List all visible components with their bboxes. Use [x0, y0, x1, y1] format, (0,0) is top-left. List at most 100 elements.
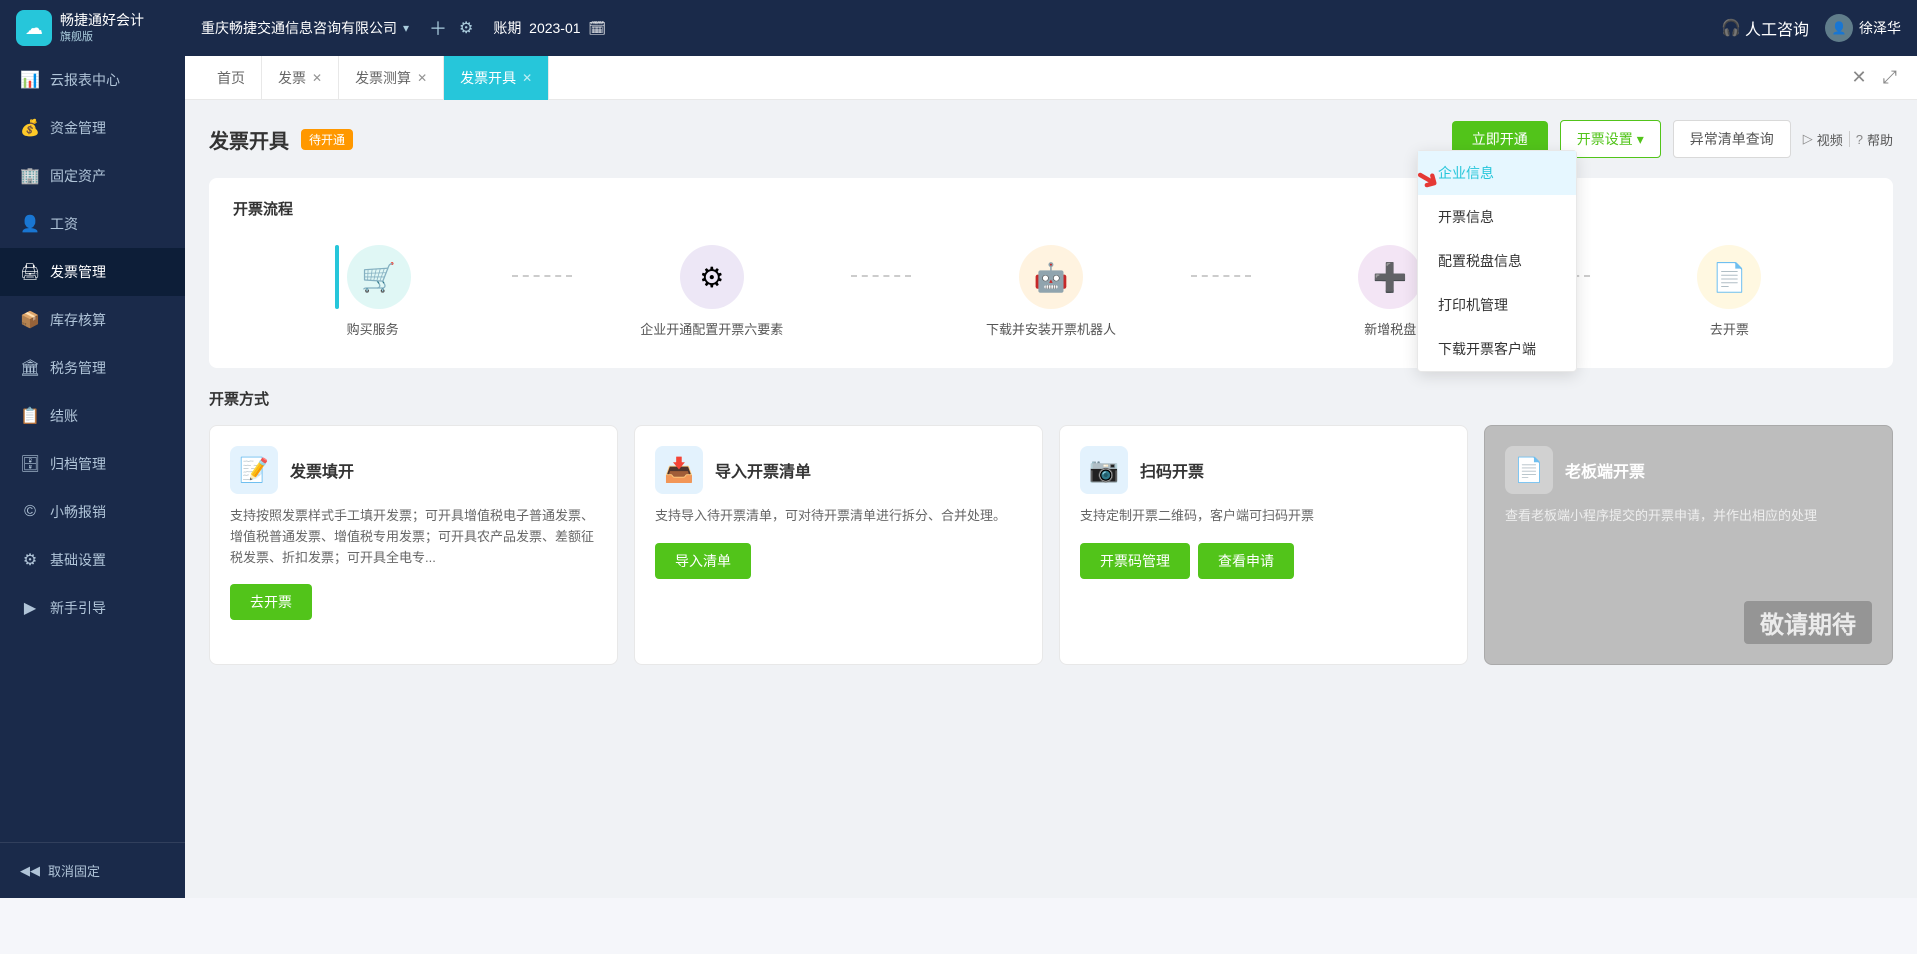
sidebar-item-inventory[interactable]: 📦 库存核算 [0, 296, 185, 344]
sidebar-item-checkout[interactable]: 📋结账 [0, 392, 185, 440]
billing-section: 开票方式 📝 发票填开 支持按照发票样式手工填开发票；可开具增值税电子普通发票、… [209, 388, 1893, 665]
settings-label: 开票设置 [1577, 129, 1633, 149]
support-area[interactable]: 🎧 人工咨询 [1721, 16, 1809, 40]
billing-btn1-scan[interactable]: 开票码管理 [1080, 543, 1190, 579]
company-selector[interactable]: 重庆畅捷交通信息咨询有限公司 ▾ [201, 18, 409, 38]
billing-btns-scan: 开票码管理 查看申请 [1080, 543, 1447, 579]
chevron-down-icon: ▾ [403, 21, 409, 35]
billing-btn2-scan[interactable]: 查看申请 [1198, 543, 1294, 579]
billing-card-boss: 📄 老板端开票 查看老板端小程序提交的开票申请，并作出相应的处理 敬请期待 [1484, 425, 1893, 665]
help-label[interactable]: 帮助 [1867, 130, 1893, 149]
tab-invoice-open[interactable]: 发票开具✕ [444, 56, 549, 100]
flow-step-step2: ⚙ 企业开通配置开票六要素 [572, 245, 851, 338]
status-badge: 待开通 [301, 129, 353, 150]
sidebar-item-fund-mgmt[interactable]: 💰资金管理 [0, 104, 185, 152]
headset-icon: 🎧 [1721, 18, 1741, 38]
sidebar-cancel-fixed[interactable]: ◀◀ 取消固定 [0, 851, 185, 890]
sidebar-item-salary[interactable]: 👤工资 [0, 200, 185, 248]
tab-close-invoice[interactable]: ✕ [312, 71, 322, 85]
sidebar-item-archive[interactable]: 🗄归档管理 [0, 440, 185, 488]
video-help-area: ▷ 视频 ? 帮助 [1803, 130, 1893, 149]
logo-sub: 旗舰版 [60, 28, 144, 44]
settings-icon[interactable]: ⚙ [459, 18, 473, 38]
flow-section: 开票流程 🛒 购买服务 ⚙ 企业开通配置开票六要素 🤖 下载并安装开票机器人 ➕… [209, 178, 1893, 368]
page-title-area: 发票开具 待开通 [209, 125, 353, 154]
logo-icon: ☁ [16, 10, 52, 46]
billing-card-header-scan: 📷 扫码开票 [1080, 446, 1447, 494]
tax-mgmt-icon: 🏛 [20, 358, 40, 378]
billing-card-title-scan: 扫码开票 [1140, 458, 1204, 482]
sidebar-label-cloud-report: 云报表中心 [50, 70, 120, 90]
billing-section-title: 开票方式 [209, 388, 1893, 409]
billing-card-icon-manual: 📝 [230, 446, 278, 494]
billing-card-scan: 📷 扫码开票 支持定制开票二维码，客户端可扫码开票 开票码管理 查看申请 [1059, 425, 1468, 665]
tab-invoice-calc[interactable]: 发票测算✕ [339, 56, 444, 100]
video-label[interactable]: 视频 [1817, 130, 1843, 149]
billing-card-icon-import: 📥 [655, 446, 703, 494]
flow-step-label-step1: 购买服务 [347, 319, 399, 338]
page-content: 发票开具 待开通 立即开通 开票设置 ▾ 异常清单查询 ▷ 视频 ? 帮助 [185, 100, 1917, 898]
dropdown-item-printer[interactable]: 打印机管理 [1418, 283, 1576, 327]
xiaochang-icon: © [20, 503, 40, 521]
billing-card-icon-scan: 📷 [1080, 446, 1128, 494]
billing-card-title-import: 导入开票清单 [715, 458, 811, 482]
sidebar-item-fixed-assets[interactable]: 🏢固定资产 [0, 152, 185, 200]
sidebar-label-basic-settings: 基础设置 [50, 550, 106, 570]
checkout-icon: 📋 [20, 406, 40, 426]
period-label: 账期 2023-01 🗓 [493, 18, 606, 38]
dropdown-menu: 企业信息开票信息配置税盘信息打印机管理下载开票客户端 [1417, 150, 1577, 372]
logo-name: 畅捷通好会计 [60, 12, 144, 29]
arrow-left-icon: ◀◀ [20, 863, 40, 879]
tab-close-invoice-calc[interactable]: ✕ [417, 71, 427, 85]
sidebar-item-cloud-report[interactable]: 📊云报表中心 [0, 56, 185, 104]
flow-step-icon-step4: ➕ [1358, 245, 1422, 309]
sidebar-label-tax-mgmt: 税务管理 [50, 358, 106, 378]
flow-step-line-indicator [335, 245, 339, 309]
play-icon: ▷ [1803, 131, 1813, 147]
add-icon[interactable]: ＋ [429, 15, 447, 41]
billing-btn-manual[interactable]: 去开票 [230, 584, 312, 620]
logo-area: ☁ 畅捷通好会计 旗舰版 [16, 10, 201, 46]
flow-step-label-step3: 下载并安装开票机器人 [986, 319, 1116, 338]
billing-card-title-boss: 老板端开票 [1565, 458, 1645, 482]
billing-card-manual: 📝 发票填开 支持按照发票样式手工填开发票；可开具增值税电子普通发票、增值税普通… [209, 425, 618, 665]
sidebar-label-inventory: 库存核算 [50, 310, 106, 330]
sidebar-item-invoice-mgmt[interactable]: 🖨发票管理 [0, 248, 185, 296]
billing-card-header-manual: 📝 发票填开 [230, 446, 597, 494]
flow-step-label-step5: 去开票 [1710, 319, 1749, 338]
billing-btn-import[interactable]: 导入清单 [655, 543, 751, 579]
tab-bar: 首页发票✕发票测算✕发票开具✕ ✕ ⤢ [185, 56, 1917, 100]
sidebar-item-xiaochang[interactable]: ©小畅报销 [0, 488, 185, 536]
dropdown-item-download-client[interactable]: 下载开票客户端 [1418, 327, 1576, 371]
question-icon: ? [1856, 132, 1863, 147]
dropdown-item-invoice-info[interactable]: 开票信息 [1418, 195, 1576, 239]
close-tab-button[interactable]: ✕ [1848, 63, 1871, 92]
sidebar-item-new-guide[interactable]: ▶ 新手引导 [0, 584, 185, 632]
user-area[interactable]: 👤 徐泽华 [1825, 14, 1901, 42]
sidebar-label-new-guide: 新手引导 [50, 598, 106, 618]
page-header: 发票开具 待开通 立即开通 开票设置 ▾ 异常清单查询 ▷ 视频 ? 帮助 [209, 120, 1893, 158]
tab-home[interactable]: 首页 [201, 56, 262, 100]
billing-card-icon-boss: 📄 [1505, 446, 1553, 494]
flow-step-icon-step1: 🛒 [347, 245, 411, 309]
avatar: 👤 [1825, 14, 1853, 42]
dropdown-item-tax-disk[interactable]: 配置税盘信息 [1418, 239, 1576, 283]
tab-close-invoice-open[interactable]: ✕ [522, 71, 532, 85]
new-guide-icon: ▶ [20, 598, 40, 618]
maximize-button[interactable]: ⤢ [1879, 63, 1901, 92]
invoice-mgmt-icon: 🖨 [20, 262, 40, 282]
sidebar-item-tax-mgmt[interactable]: 🏛 税务管理 [0, 344, 185, 392]
flow-step-step1: 🛒 购买服务 [233, 245, 512, 338]
sidebar-item-basic-settings[interactable]: ⚙基础设置 [0, 536, 185, 584]
exception-list-button[interactable]: 异常清单查询 [1673, 120, 1791, 158]
sidebar: 📊云报表中心💰资金管理🏢固定资产👤工资🖨发票管理 📦 库存核算 🏛 税务管理 📋结账🗄归档… [0, 56, 185, 898]
dropdown-item-company-info[interactable]: 企业信息 [1418, 151, 1576, 195]
top-bar: ☁ 畅捷通好会计 旗舰版 重庆畅捷交通信息咨询有限公司 ▾ ＋ ⚙ 账期 202… [0, 0, 1917, 56]
flow-step-icon-step2: ⚙ [680, 245, 744, 309]
inventory-icon: 📦 [20, 310, 40, 330]
flow-step-label-step2: 企业开通配置开票六要素 [640, 319, 783, 338]
billing-card-desc-import: 支持导入待开票清单，可对待开票清单进行拆分、合并处理。 [655, 506, 1022, 527]
top-bar-right: 🎧 人工咨询 👤 徐泽华 [1721, 14, 1901, 42]
billing-card-desc-scan: 支持定制开票二维码，客户端可扫码开票 [1080, 506, 1447, 527]
tab-invoice[interactable]: 发票✕ [262, 56, 339, 100]
